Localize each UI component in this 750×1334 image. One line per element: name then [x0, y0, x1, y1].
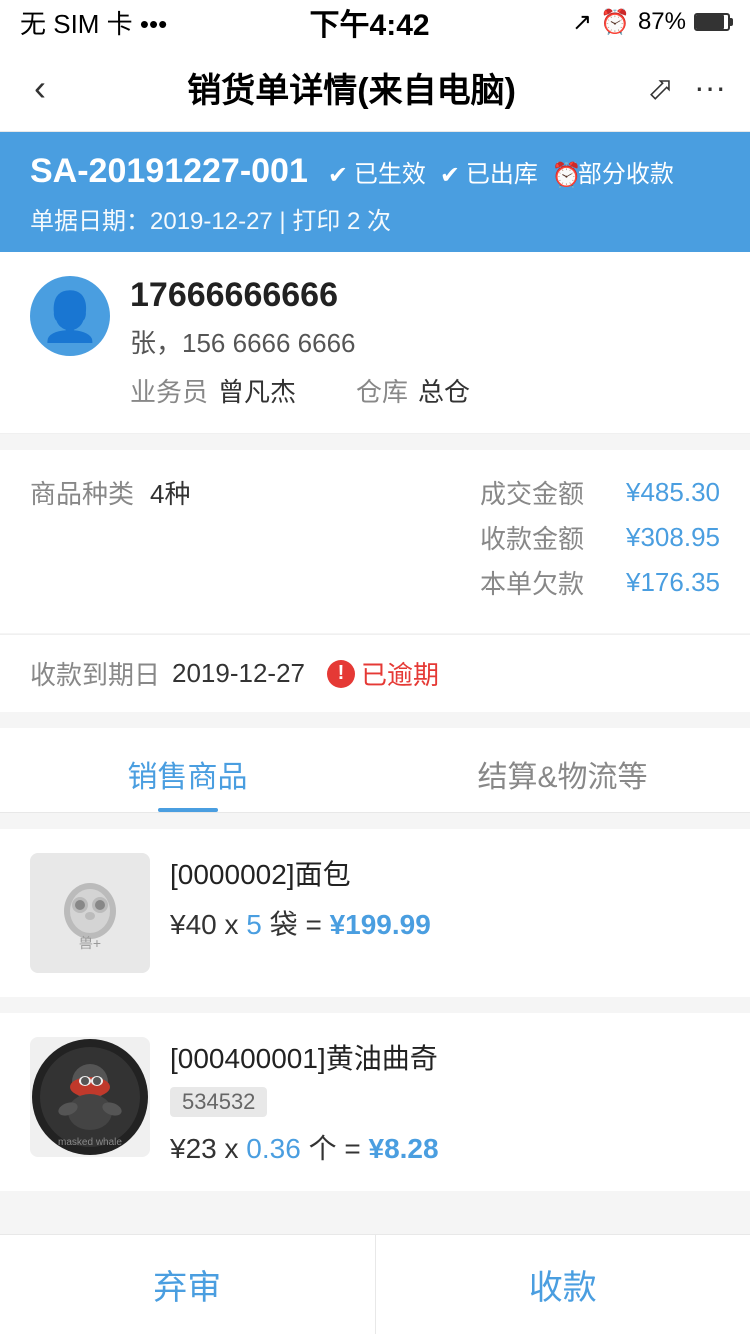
product-badge-2: 534532 — [170, 1087, 267, 1117]
overdue-icon: ! — [327, 660, 355, 688]
product-info-2: [000400001]黄油曲奇 534532 ¥23 x 0.36 个 = ¥8… — [170, 1037, 720, 1167]
qty-2: 0.36 — [246, 1133, 301, 1164]
doc-date: 单据日期：2019-12-27 | 打印 2 次 — [30, 201, 720, 236]
qty-1: 5 — [246, 909, 262, 940]
product-name-1: [0000002]面包 — [170, 853, 720, 893]
trans-amount-label: 成交金额 — [480, 474, 584, 511]
status-tag-effective: ✔ 已生效 — [328, 154, 426, 189]
warehouse-value: 总仓 — [418, 372, 470, 409]
price-unit-1: ¥40 — [170, 909, 217, 940]
header-banner: SA-20191227-001 ✔ 已生效 ✔ 已出库 ⏰ 部分收款 单据日期：… — [0, 132, 750, 252]
avatar: 👤 — [30, 276, 110, 356]
shipped-check-icon: ✔ — [440, 161, 462, 183]
customer-name: 17666666666 — [130, 276, 720, 315]
more-icon[interactable]: ··· — [694, 69, 726, 106]
table-row: masked whale [000400001]黄油曲奇 534532 ¥23 … — [0, 1013, 750, 1191]
sales-rep-label: 业务员 — [130, 372, 208, 409]
overdue-text: 已逾期 — [361, 655, 439, 692]
tabs-row: 销售商品 结算&物流等 — [0, 728, 750, 812]
person-icon: 👤 — [40, 288, 100, 345]
svg-text:masked whale: masked whale — [58, 1137, 122, 1148]
product-price-2: ¥23 x 0.36 个 = ¥8.28 — [170, 1127, 720, 1167]
warehouse-item: 仓库 总仓 — [356, 372, 470, 409]
customer-meta: 业务员 曾凡杰 仓库 总仓 — [130, 372, 720, 409]
cancel-button[interactable]: 弃审 — [0, 1235, 376, 1334]
alarm-icon: ⏰ — [600, 8, 630, 37]
status-bar-left: 无 SIM 卡 ••• — [20, 4, 167, 41]
product-thumb-2: masked whale — [30, 1037, 150, 1157]
customer-info: 17666666666 张，156 6666 6666 业务员 曾凡杰 仓库 总… — [130, 276, 720, 409]
product-image-1: 兽+ — [30, 853, 150, 973]
sales-rep-value: 曾凡杰 — [218, 372, 296, 409]
divider-1 — [0, 434, 750, 450]
status-bar-time: 下午4:42 — [310, 0, 430, 44]
product-image-2: masked whale — [30, 1037, 150, 1157]
due-date-value: 2019-12-27 — [172, 658, 305, 689]
received-amount-value: ¥308.95 — [600, 522, 720, 553]
summary-section: 商品种类 4种 成交金额 ¥485.30 收款金额 ¥308.95 本单欠款 ¥… — [0, 450, 750, 633]
nav-bar: ‹ 销货单详情(来自电脑) ⬀ ··· — [0, 44, 750, 132]
price-unit-2: ¥23 — [170, 1133, 217, 1164]
warehouse-label: 仓库 — [356, 372, 408, 409]
order-id: SA-20191227-001 — [30, 152, 308, 191]
overdue-badge: ! 已逾期 — [327, 655, 439, 692]
product-price-1: ¥40 x 5 袋 = ¥199.99 — [170, 903, 720, 943]
partial-clock-icon: ⏰ — [552, 161, 574, 183]
customer-section: 👤 17666666666 张，156 6666 6666 业务员 曾凡杰 仓库… — [0, 252, 750, 434]
total-2: ¥8.28 — [369, 1133, 439, 1164]
summary-right: 成交金额 ¥485.30 收款金额 ¥308.95 本单欠款 ¥176.35 — [480, 474, 720, 609]
product-type-label: 商品种类 — [30, 474, 134, 511]
tab-settlement[interactable]: 结算&物流等 — [375, 728, 750, 812]
summary-row: 商品种类 4种 成交金额 ¥485.30 收款金额 ¥308.95 本单欠款 ¥… — [30, 474, 720, 609]
total-1: ¥199.99 — [330, 909, 431, 940]
trans-amount-item: 成交金额 ¥485.30 — [480, 474, 720, 511]
bottom-bar: 弃审 收款 — [0, 1234, 750, 1334]
status-tag-partial: ⏰ 部分收款 — [552, 154, 674, 189]
tab-products[interactable]: 销售商品 — [0, 728, 375, 812]
tabs-section: 销售商品 结算&物流等 — [0, 728, 750, 813]
product-info-1: [0000002]面包 ¥40 x 5 袋 = ¥199.99 — [170, 853, 720, 943]
unit-1: 袋 — [270, 909, 298, 940]
effective-check-icon: ✔ — [328, 161, 350, 183]
product-thumb-1: 兽+ — [30, 853, 150, 973]
status-bar: 无 SIM 卡 ••• 下午4:42 ↗ ⏰ 87% — [0, 0, 750, 44]
received-amount-item: 收款金额 ¥308.95 — [480, 519, 720, 556]
trans-amount-value: ¥485.30 — [600, 477, 720, 508]
battery-icon — [694, 13, 730, 31]
status-tag-shipped: ✔ 已出库 — [440, 154, 538, 189]
unit-2: 个 — [309, 1133, 337, 1164]
back-button[interactable]: ‹ — [24, 57, 56, 119]
confirm-button[interactable]: 收款 — [376, 1235, 750, 1334]
share-icon[interactable]: ⬀ — [647, 69, 674, 107]
due-date-label: 收款到期日 — [30, 655, 160, 692]
owed-amount-item: 本单欠款 ¥176.35 — [480, 564, 720, 601]
sales-rep-item: 业务员 曾凡杰 — [130, 372, 296, 409]
status-tags: ✔ 已生效 ✔ 已出库 ⏰ 部分收款 — [328, 154, 674, 189]
owed-amount-label: 本单欠款 — [480, 564, 584, 601]
customer-phone: 张，156 6666 6666 — [130, 323, 720, 360]
page-title: 销货单详情(来自电脑) — [56, 63, 647, 112]
summary-left: 商品种类 4种 — [30, 474, 190, 511]
received-amount-label: 收款金额 — [480, 519, 584, 556]
table-row: 兽+ [0000002]面包 ¥40 x 5 袋 = ¥199.99 — [0, 829, 750, 997]
product-name-2: [000400001]黄油曲奇 — [170, 1037, 720, 1077]
status-bar-right: ↗ ⏰ 87% — [572, 8, 730, 37]
location-icon: ↗ — [572, 8, 592, 37]
product-type-item: 商品种类 4种 — [30, 474, 190, 511]
owed-amount-value: ¥176.35 — [600, 567, 720, 598]
battery-text: 87% — [638, 8, 686, 36]
due-section: 收款到期日 2019-12-27 ! 已逾期 — [0, 634, 750, 712]
svg-text:兽+: 兽+ — [79, 935, 101, 951]
nav-right-icons: ⬀ ··· — [647, 69, 726, 107]
product-type-value: 4种 — [150, 474, 190, 511]
